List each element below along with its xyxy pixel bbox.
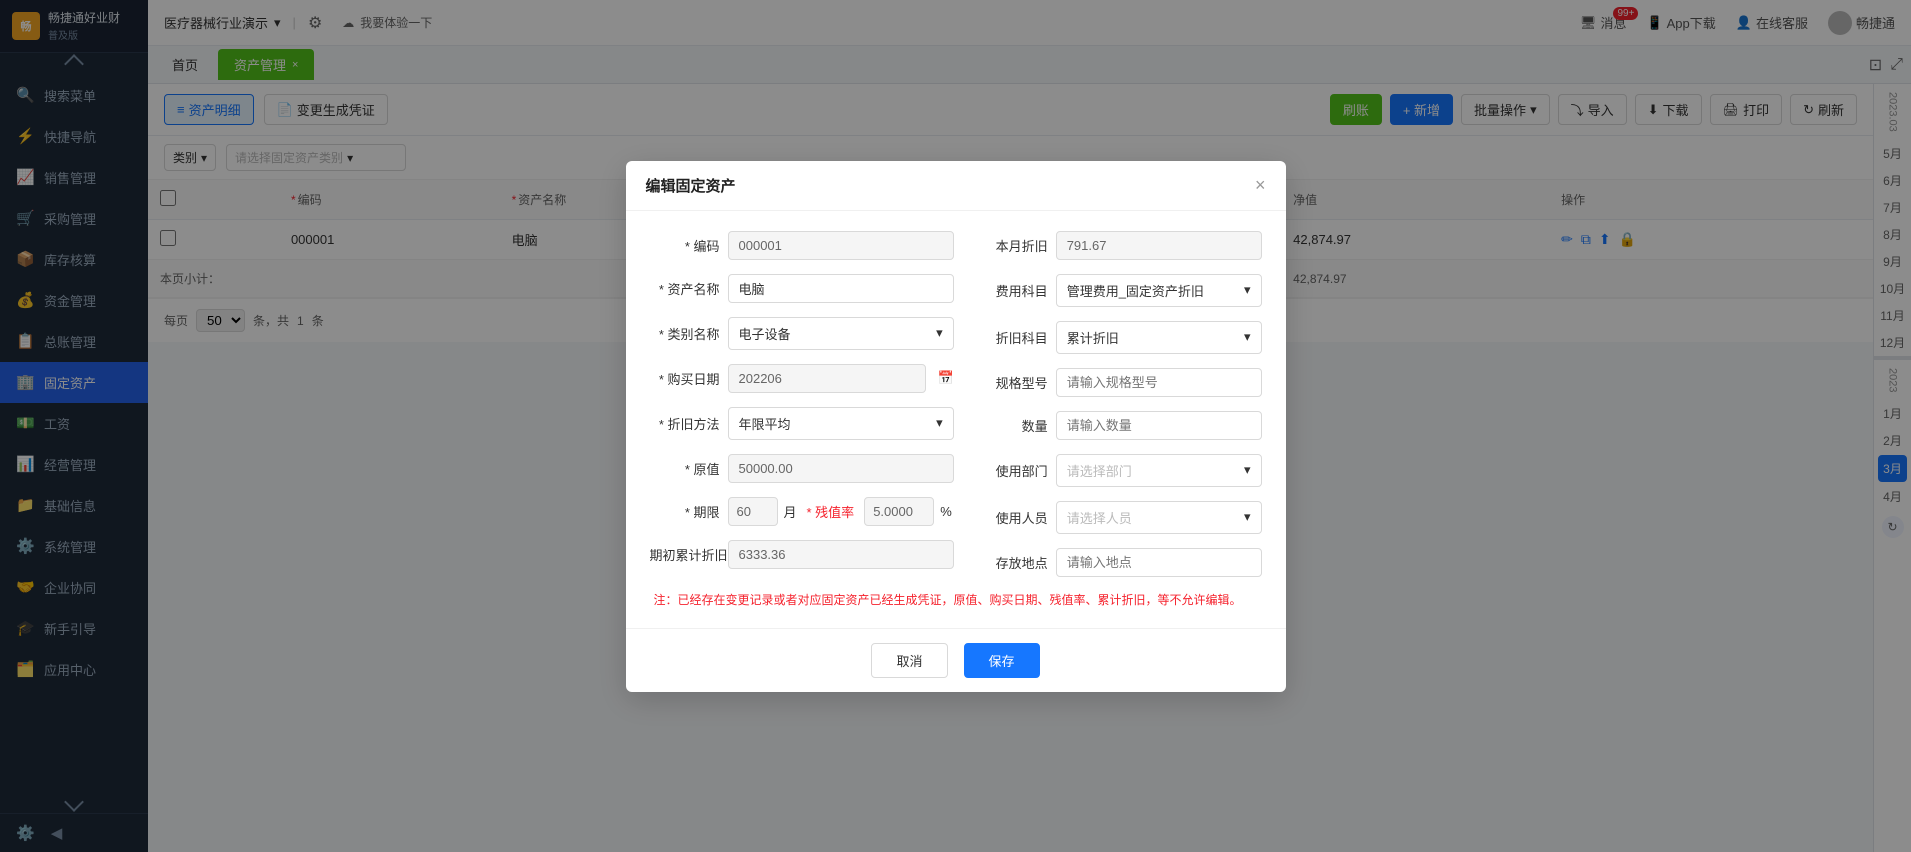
dep-method-label: * 折旧方法 bbox=[650, 414, 720, 433]
quantity-label: 数量 bbox=[978, 416, 1048, 435]
modal-footer: 取消 保存 bbox=[626, 628, 1286, 692]
monthly-dep-input bbox=[1056, 231, 1262, 260]
form-row-user: 使用人员 请选择人员 ▾ bbox=[978, 501, 1262, 534]
category-value: 电子设备 bbox=[739, 324, 791, 343]
expense-subject-chevron-icon: ▾ bbox=[1244, 282, 1251, 298]
save-button[interactable]: 保存 bbox=[964, 643, 1040, 678]
monthly-dep-label: 本月折旧 bbox=[978, 236, 1048, 255]
form-row-expense-subject: 费用科目 管理费用_固定资产折旧 ▾ bbox=[978, 274, 1262, 307]
form-row-code: * 编码 bbox=[650, 231, 954, 260]
form-row-location: 存放地点 bbox=[978, 548, 1262, 577]
dept-select[interactable]: 请选择部门 ▾ bbox=[1056, 454, 1262, 487]
name-input[interactable] bbox=[728, 274, 954, 303]
form-row-category: * 类别名称 电子设备 ▾ bbox=[650, 317, 954, 350]
original-value-input[interactable] bbox=[728, 454, 954, 483]
form-row-monthly-dep: 本月折旧 bbox=[978, 231, 1262, 260]
form-row-dep-subject: 折旧科目 累计折旧 ▾ bbox=[978, 321, 1262, 354]
modal-overlay: 编辑固定资产 × * 编码 * 资产名称 bbox=[0, 0, 1911, 852]
form-row-dep-method: * 折旧方法 年限平均 ▾ bbox=[650, 407, 954, 440]
initial-dep-label: 期初累计折旧 bbox=[650, 545, 720, 564]
initial-dep-input[interactable] bbox=[728, 540, 954, 569]
code-input[interactable] bbox=[728, 231, 954, 260]
residual-unit: % bbox=[940, 504, 952, 519]
dep-subject-label: 折旧科目 bbox=[978, 328, 1048, 347]
category-select[interactable]: 电子设备 ▾ bbox=[728, 317, 954, 350]
expense-subject-value: 管理费用_固定资产折旧 bbox=[1067, 281, 1204, 300]
form-row-dept: 使用部门 请选择部门 ▾ bbox=[978, 454, 1262, 487]
dept-chevron-icon: ▾ bbox=[1244, 462, 1251, 478]
category-chevron-icon: ▾ bbox=[936, 325, 943, 341]
modal-close-btn[interactable]: × bbox=[1255, 175, 1266, 196]
dep-method-value: 年限平均 bbox=[739, 414, 791, 433]
dep-subject-chevron-icon: ▾ bbox=[1244, 329, 1251, 345]
form-row-quantity: 数量 bbox=[978, 411, 1262, 440]
code-label: * 编码 bbox=[650, 236, 720, 255]
period-label: * 期限 bbox=[650, 502, 720, 521]
edit-asset-modal: 编辑固定资产 × * 编码 * 资产名称 bbox=[626, 161, 1286, 692]
original-value-label: * 原值 bbox=[650, 459, 720, 478]
user-placeholder: 请选择人员 bbox=[1067, 508, 1132, 527]
name-label: * 资产名称 bbox=[650, 279, 720, 298]
form-grid: * 编码 * 资产名称 * 类别名称 电子设备 ▾ bbox=[650, 231, 1262, 577]
form-row-original-value: * 原值 bbox=[650, 454, 954, 483]
location-label: 存放地点 bbox=[978, 553, 1048, 572]
expense-subject-label: 费用科目 bbox=[978, 281, 1048, 300]
form-row-period: * 期限 月 * 残值率 % bbox=[650, 497, 954, 526]
purchase-date-input[interactable] bbox=[728, 364, 926, 393]
calendar-icon[interactable]: 📅 bbox=[938, 370, 954, 386]
modal-title: 编辑固定资产 bbox=[646, 175, 736, 196]
dep-subject-value: 累计折旧 bbox=[1067, 328, 1119, 347]
dep-method-chevron-icon: ▾ bbox=[936, 415, 943, 431]
form-row-name: * 资产名称 bbox=[650, 274, 954, 303]
cancel-button[interactable]: 取消 bbox=[871, 643, 947, 678]
category-label: * 类别名称 bbox=[650, 324, 720, 343]
form-note: 注：已经存在变更记录或者对应固定资产已经生成凭证，原值、购买日期、残值率、累计折… bbox=[650, 591, 1262, 608]
user-chevron-icon: ▾ bbox=[1244, 509, 1251, 525]
spec-label: 规格型号 bbox=[978, 373, 1048, 392]
period-group: 月 * 残值率 % bbox=[728, 497, 954, 526]
form-col-left: * 编码 * 资产名称 * 类别名称 电子设备 ▾ bbox=[650, 231, 954, 577]
dep-subject-select[interactable]: 累计折旧 ▾ bbox=[1056, 321, 1262, 354]
purchase-date-label: * 购买日期 bbox=[650, 369, 720, 388]
form-row-initial-dep: 期初累计折旧 bbox=[650, 540, 954, 569]
dep-method-select[interactable]: 年限平均 ▾ bbox=[728, 407, 954, 440]
dept-label: 使用部门 bbox=[978, 461, 1048, 480]
expense-subject-select[interactable]: 管理费用_固定资产折旧 ▾ bbox=[1056, 274, 1262, 307]
user-select[interactable]: 请选择人员 ▾ bbox=[1056, 501, 1262, 534]
period-input[interactable] bbox=[728, 497, 778, 526]
spec-input[interactable] bbox=[1056, 368, 1262, 397]
residual-rate-input[interactable] bbox=[864, 497, 934, 526]
form-row-purchase-date: * 购买日期 📅 bbox=[650, 364, 954, 393]
user-label: 使用人员 bbox=[978, 508, 1048, 527]
modal-body: * 编码 * 资产名称 * 类别名称 电子设备 ▾ bbox=[626, 211, 1286, 628]
quantity-input[interactable] bbox=[1056, 411, 1262, 440]
modal-header: 编辑固定资产 × bbox=[626, 161, 1286, 211]
form-row-spec: 规格型号 bbox=[978, 368, 1262, 397]
dept-placeholder: 请选择部门 bbox=[1067, 461, 1132, 480]
period-unit: 月 bbox=[784, 502, 797, 521]
form-col-right: 本月折旧 费用科目 管理费用_固定资产折旧 ▾ 折旧科目 bbox=[978, 231, 1262, 577]
residual-label: * 残值率 bbox=[807, 502, 855, 521]
location-input[interactable] bbox=[1056, 548, 1262, 577]
